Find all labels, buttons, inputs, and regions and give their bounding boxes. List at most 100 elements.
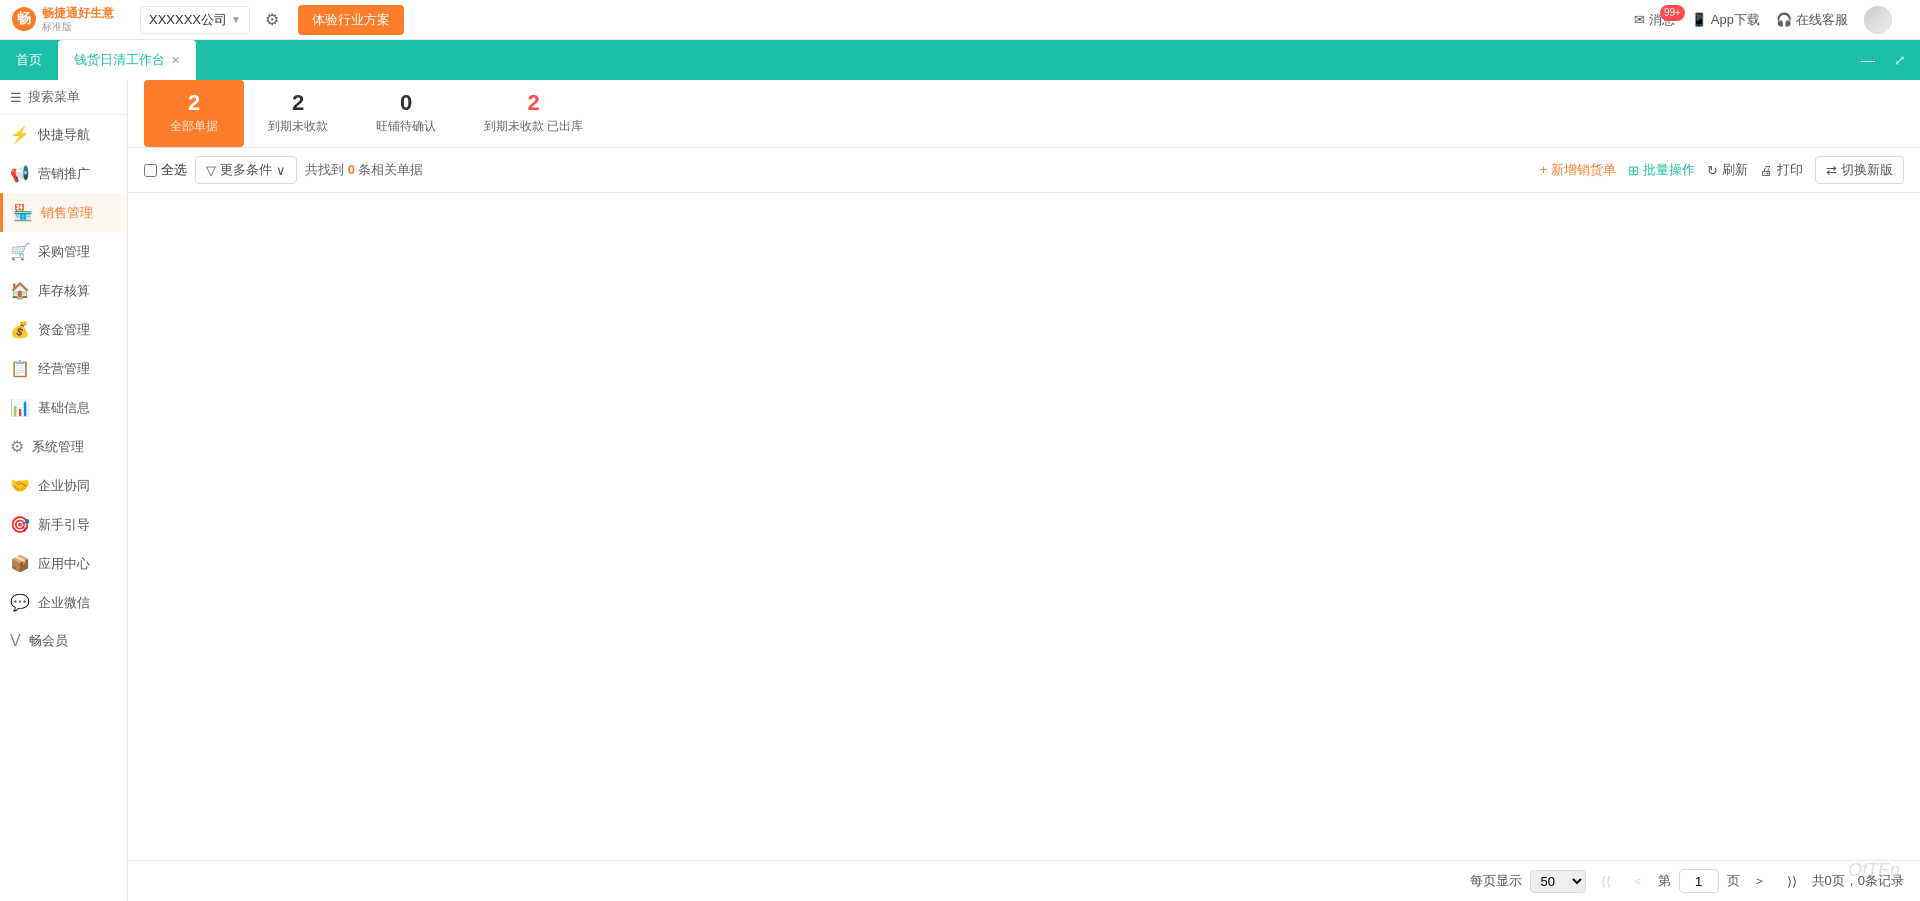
page-size-label: 每页显示 <box>1470 872 1522 890</box>
close-icon[interactable]: ✕ <box>171 54 180 67</box>
sidebar-label-finance: 资金管理 <box>38 321 90 339</box>
sidebar-item-sales[interactable]: 🏪 销售管理 <box>0 193 127 232</box>
sidebar-item-finance[interactable]: 💰 资金管理 <box>0 310 127 349</box>
avatar[interactable] <box>1864 6 1892 34</box>
print-button[interactable]: 🖨 打印 <box>1760 161 1803 179</box>
tab-home[interactable]: 首页 <box>0 40 58 80</box>
sidebar-label-sales: 销售管理 <box>41 204 93 222</box>
sidebar-item-operation[interactable]: 📋 经营管理 <box>0 349 127 388</box>
stat-tab-pending[interactable]: 0 旺铺待确认 <box>352 80 460 147</box>
prev-page-button[interactable]: ＜ <box>1626 869 1650 893</box>
search-icon: ☰ <box>10 90 22 105</box>
sidebar-item-wechat-work[interactable]: 💬 企业微信 <box>0 583 127 622</box>
sidebar-item-vip[interactable]: V 畅会员 <box>0 622 127 660</box>
sidebar-icon-newbie: 🎯 <box>10 515 30 534</box>
sidebar-label-app-center: 应用中心 <box>38 555 90 573</box>
chevron-down-icon: ▼ <box>231 14 241 25</box>
logo-sub: 标准版 <box>42 21 114 33</box>
sidebar-item-enterprise[interactable]: 🤝 企业协同 <box>0 466 127 505</box>
sidebar-search[interactable]: ☰ 搜索菜单 <box>0 80 127 115</box>
last-page-button[interactable]: ⟩⟩ <box>1780 869 1804 893</box>
sidebar-icon-finance: 💰 <box>10 320 30 339</box>
sidebar-icon-sales: 🏪 <box>13 203 33 222</box>
sidebar-icon-purchase: 🛒 <box>10 242 30 261</box>
message-badge: 99+ <box>1660 5 1685 21</box>
stats-tabs: 2 全部单据 2 到期未收款 0 旺铺待确认 2 到期未收款 已出库 <box>128 80 1920 148</box>
sidebar-label-quick-nav: 快捷导航 <box>38 126 90 144</box>
sidebar-item-inventory[interactable]: 🏠 库存核算 <box>0 271 127 310</box>
total-info: 共0页，0条记录 <box>1812 872 1904 890</box>
first-page-button[interactable]: ⟨⟨ <box>1594 869 1618 893</box>
sidebar-label-vip: 畅会员 <box>29 632 68 650</box>
switch-version-button[interactable]: ⇄ 切换新版 <box>1815 156 1904 184</box>
stat-tab-all[interactable]: 2 全部单据 <box>144 80 244 147</box>
sidebar-item-quick-nav[interactable]: ⚡ 快捷导航 <box>0 115 127 154</box>
logo-icon: 畅 <box>12 7 36 31</box>
sidebar-icon-marketing: 📢 <box>10 164 30 183</box>
print-icon: 🖨 <box>1760 163 1773 178</box>
phone-icon: 📱 <box>1691 12 1707 27</box>
experience-button[interactable]: 体验行业方案 <box>298 5 404 35</box>
sidebar: ☰ 搜索菜单 ⚡ 快捷导航 📢 营销推广 🏪 销售管理 🛒 采购管理 🏠 库存核… <box>0 80 128 901</box>
stat-label-all: 全部单据 <box>170 118 218 135</box>
select-all-checkbox[interactable]: 全选 <box>144 161 187 179</box>
refresh-button[interactable]: ↻ 刷新 <box>1707 161 1748 179</box>
sidebar-label-newbie: 新手引导 <box>38 516 90 534</box>
minimize-icon[interactable]: — <box>1856 48 1880 72</box>
settings-icon[interactable]: ⚙ <box>258 6 286 34</box>
pagination: 每页显示 50 20 100 ⟨⟨ ＜ 第 页 ＞ ⟩⟩ 共0页，0条记录 <box>128 860 1920 901</box>
sidebar-label-system: 系统管理 <box>32 438 84 456</box>
next-page-button[interactable]: ＞ <box>1748 869 1772 893</box>
sidebar-icon-system: ⚙ <box>10 437 24 456</box>
headset-icon: 🎧 <box>1776 12 1792 27</box>
select-all-input[interactable] <box>144 164 157 177</box>
tab-home-label: 首页 <box>16 51 42 69</box>
tab-bar-actions: — ⤢ <box>1856 48 1920 72</box>
sidebar-icon-quick-nav: ⚡ <box>10 125 30 144</box>
app-download-btn[interactable]: 📱 App下载 <box>1691 11 1760 29</box>
toolbar: 全选 ▽ 更多条件 ∨ 共找到 0 条相关单据 + 新增销货单 ⊞ 批量操作 <box>128 148 1920 193</box>
sidebar-item-basic[interactable]: 📊 基础信息 <box>0 388 127 427</box>
sidebar-item-purchase[interactable]: 🛒 采购管理 <box>0 232 127 271</box>
logo-text: 畅捷通好生意 标准版 <box>42 6 114 32</box>
sidebar-icon-app-center: 📦 <box>10 554 30 573</box>
sidebar-icon-basic: 📊 <box>10 398 30 417</box>
tab-cashflow-label: 钱货日清工作台 <box>74 51 165 69</box>
stat-num-pending: 0 <box>400 90 412 116</box>
stat-label-overdue: 到期未收款 <box>268 118 328 135</box>
found-unit: 条相关单据 <box>358 162 423 177</box>
filter-button[interactable]: ▽ 更多条件 ∨ <box>195 156 297 184</box>
message-btn[interactable]: ✉ 消息 99+ <box>1634 11 1675 29</box>
stat-num-overdue-shipped: 2 <box>528 90 540 116</box>
page-text-suffix: 页 <box>1727 872 1740 890</box>
found-prefix: 共找到 <box>305 162 344 177</box>
online-service-btn[interactable]: 🎧 在线客服 <box>1776 11 1848 29</box>
switch-icon: ⇄ <box>1826 163 1837 178</box>
sidebar-icon-vip: V <box>10 632 21 650</box>
batch-icon: ⊞ <box>1628 163 1639 178</box>
company-selector[interactable]: XXXXXX公司 ▼ <box>140 6 250 34</box>
sidebar-label-inventory: 库存核算 <box>38 282 90 300</box>
page-size-select[interactable]: 50 20 100 <box>1530 870 1586 893</box>
table-area <box>128 193 1920 860</box>
stat-tab-overdue[interactable]: 2 到期未收款 <box>244 80 352 147</box>
sidebar-label-enterprise: 企业协同 <box>38 477 90 495</box>
page-input[interactable] <box>1679 869 1719 893</box>
batch-operation-button[interactable]: ⊞ 批量操作 <box>1628 161 1695 179</box>
sidebar-item-system[interactable]: ⚙ 系统管理 <box>0 427 127 466</box>
sidebar-label-purchase: 采购管理 <box>38 243 90 261</box>
stat-tab-overdue-shipped[interactable]: 2 到期未收款 已出库 <box>460 80 607 147</box>
chevron-down-icon: ∨ <box>276 163 286 178</box>
sidebar-item-newbie[interactable]: 🎯 新手引导 <box>0 505 127 544</box>
stat-num-overdue: 2 <box>292 90 304 116</box>
maximize-icon[interactable]: ⤢ <box>1888 48 1912 72</box>
tab-cashflow[interactable]: 钱货日清工作台 ✕ <box>58 40 196 80</box>
sidebar-icon-enterprise: 🤝 <box>10 476 30 495</box>
empty-placeholder <box>128 193 1920 860</box>
sidebar-label-basic: 基础信息 <box>38 399 90 417</box>
toolbar-right: + 新增销货单 ⊞ 批量操作 ↻ 刷新 🖨 打印 ⇄ 切换新版 <box>1540 156 1904 184</box>
toolbar-left: 全选 ▽ 更多条件 ∨ 共找到 0 条相关单据 <box>144 156 423 184</box>
add-sale-order-button[interactable]: + 新增销货单 <box>1540 161 1616 179</box>
sidebar-item-app-center[interactable]: 📦 应用中心 <box>0 544 127 583</box>
sidebar-item-marketing[interactable]: 📢 营销推广 <box>0 154 127 193</box>
